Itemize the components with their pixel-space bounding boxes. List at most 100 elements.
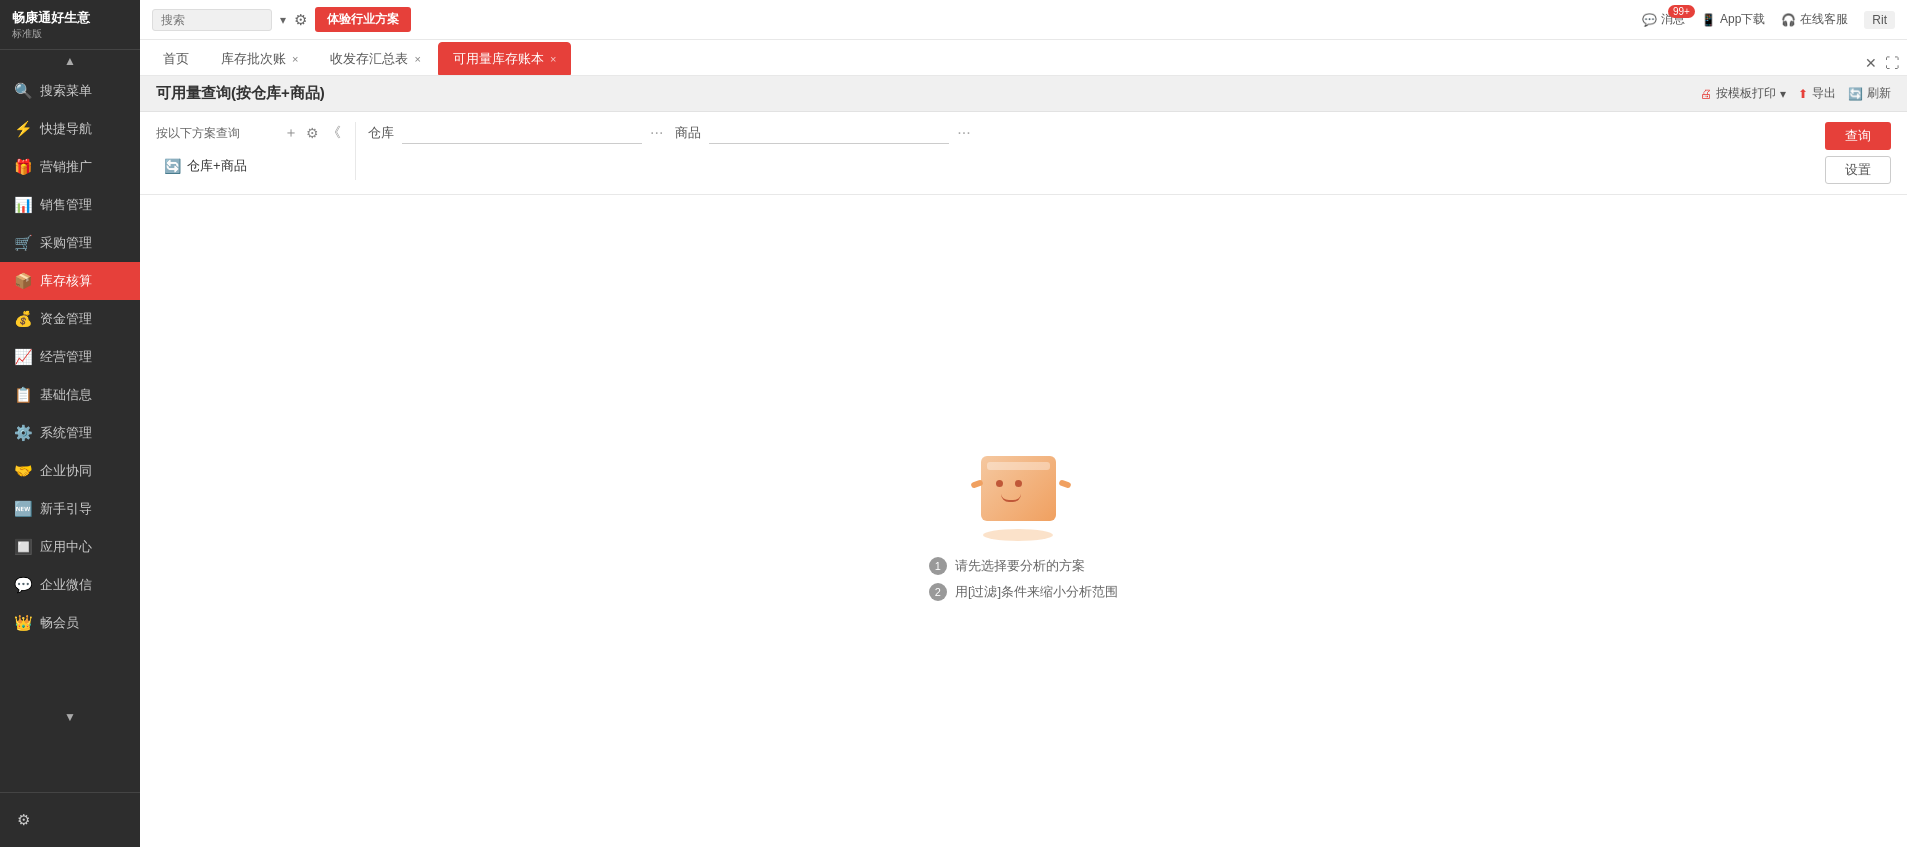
sidebar-label-2: 营销推广 <box>40 158 92 176</box>
scheme-collapse-btn[interactable]: 《 <box>325 122 343 144</box>
sidebar-bottom: ⚙ <box>0 792 140 847</box>
tab-close-3[interactable]: × <box>550 53 556 65</box>
tab-2[interactable]: 收发存汇总表× <box>315 42 435 75</box>
industry-btn[interactable]: 体验行业方案 <box>315 7 411 32</box>
tab-label-3: 可用量库存账本 <box>453 50 544 68</box>
tabs-bar: 首页库存批次账×收发存汇总表× 可用量库存账本 × ✕ ⛶ <box>140 40 1907 76</box>
goods-label: 商品 <box>675 124 701 142</box>
sidebar-item-1[interactable]: ⚡ 快捷导航 <box>0 110 140 148</box>
msg-badge: 99+ <box>1668 5 1695 18</box>
service-label: 在线客服 <box>1800 11 1848 28</box>
sidebar-icon-13: 💬 <box>14 576 32 594</box>
topbar-app-download[interactable]: 📱 App下载 <box>1701 11 1765 28</box>
tip-text-2: 用[过滤]条件来缩小分析范围 <box>955 583 1118 601</box>
scheme-item-icon: 🔄 <box>164 158 181 174</box>
sidebar-items: 🔍 搜索菜单 ⚡ 快捷导航 🎁 营销推广 📊 销售管理 🛒 采购管理 📦 库存核… <box>0 72 140 642</box>
sidebar-icon-8: 📋 <box>14 386 32 404</box>
headset-icon: 🎧 <box>1781 13 1796 27</box>
topbar-user[interactable]: Rit <box>1864 11 1895 29</box>
sidebar-item-4[interactable]: 🛒 采购管理 <box>0 224 140 262</box>
sidebar-item-14[interactable]: 👑 畅会员 <box>0 604 140 642</box>
empty-tip-2: 2 用[过滤]条件来缩小分析范围 <box>929 583 1118 601</box>
main-area: ▾ ⚙ 体验行业方案 💬 消息 99+ 📱 App下载 🎧 在线客服 Rit 首… <box>140 0 1907 847</box>
settings-icon: ⚙ <box>14 811 32 829</box>
sidebar-item-9[interactable]: ⚙️ 系统管理 <box>0 414 140 452</box>
goods-input[interactable] <box>709 122 949 144</box>
topbar-service[interactable]: 🎧 在线客服 <box>1781 11 1848 28</box>
filter-settings-btn[interactable]: 设置 <box>1825 156 1891 184</box>
scheme-add-btn[interactable]: ＋ <box>282 122 300 144</box>
warehouse-input[interactable] <box>402 122 642 144</box>
tip-num-2: 2 <box>929 583 947 601</box>
sidebar-icon-10: 🤝 <box>14 462 32 480</box>
sidebar-item-11[interactable]: 🆕 新手引导 <box>0 490 140 528</box>
msg-icon: 💬 <box>1642 13 1657 27</box>
scheme-header-label: 按以下方案查询 <box>156 125 240 142</box>
sidebar-logo: 畅康通好生意 标准版 <box>0 0 140 50</box>
tab-close-1[interactable]: × <box>292 53 298 65</box>
sidebar-icon-2: 🎁 <box>14 158 32 176</box>
sidebar-label-0: 搜索菜单 <box>40 82 92 100</box>
sidebar-item-6[interactable]: 💰 资金管理 <box>0 300 140 338</box>
filter-scheme-panel: 按以下方案查询 ＋ ⚙ 《 🔄 仓库+商品 <box>156 122 356 180</box>
sidebar-icon-7: 📈 <box>14 348 32 366</box>
topbar-search-input[interactable] <box>152 9 272 31</box>
print-btn-label: 按模板打印 <box>1716 85 1776 102</box>
sidebar-item-12[interactable]: 🔲 应用中心 <box>0 528 140 566</box>
page-header: 可用量查询(按仓库+商品) 🖨 按模板打印 ▾ ⬆ 导出 🔄 刷新 <box>140 76 1907 112</box>
sidebar-item-0[interactable]: 🔍 搜索菜单 <box>0 72 140 110</box>
sidebar-label-9: 系统管理 <box>40 424 92 442</box>
tabs-expand-btn[interactable]: ⛶ <box>1885 55 1899 71</box>
empty-tip-1: 1 请先选择要分析的方案 <box>929 557 1118 575</box>
sidebar-item-5[interactable]: 📦 库存核算 <box>0 262 140 300</box>
export-btn-label: 导出 <box>1812 85 1836 102</box>
tip-text-1: 请先选择要分析的方案 <box>955 557 1085 575</box>
tab-0[interactable]: 首页 <box>148 42 204 75</box>
page-title: 可用量查询(按仓库+商品) <box>156 84 325 103</box>
topbar-msg[interactable]: 💬 消息 99+ <box>1642 11 1685 28</box>
page-header-actions: 🖨 按模板打印 ▾ ⬆ 导出 🔄 刷新 <box>1700 85 1891 102</box>
warehouse-more-btn[interactable]: ··· <box>650 124 663 142</box>
query-btn[interactable]: 查询 <box>1825 122 1891 150</box>
sidebar-label-14: 畅会员 <box>40 614 79 632</box>
sidebar-label-4: 采购管理 <box>40 234 92 252</box>
tab-3[interactable]: 可用量库存账本 × <box>438 42 571 75</box>
filter-actions: 查询 设置 <box>1825 122 1891 184</box>
sidebar-icon-3: 📊 <box>14 196 32 214</box>
tab-1[interactable]: 库存批次账× <box>206 42 313 75</box>
scheme-item-warehouse-goods[interactable]: 🔄 仓库+商品 <box>156 152 343 180</box>
sidebar-icon-5: 📦 <box>14 272 32 290</box>
sidebar-scroll-up[interactable]: ▲ <box>0 50 140 72</box>
sidebar-item-3[interactable]: 📊 销售管理 <box>0 186 140 224</box>
export-btn[interactable]: ⬆ 导出 <box>1798 85 1836 102</box>
tabs-close-btn[interactable]: ✕ <box>1865 55 1877 71</box>
topbar-gear-btn[interactable]: ⚙ <box>294 11 307 29</box>
sidebar-label-7: 经营管理 <box>40 348 92 366</box>
tab-close-2[interactable]: × <box>414 53 420 65</box>
refresh-btn-label: 刷新 <box>1867 85 1891 102</box>
sidebar-scroll-down[interactable]: ▼ <box>0 706 140 728</box>
refresh-icon: 🔄 <box>1848 87 1863 101</box>
tab-label-0: 首页 <box>163 50 189 68</box>
refresh-btn[interactable]: 🔄 刷新 <box>1848 85 1891 102</box>
topbar-dropdown-btn[interactable]: ▾ <box>280 13 286 27</box>
sidebar-icon-1: ⚡ <box>14 120 32 138</box>
sidebar-icon-4: 🛒 <box>14 234 32 252</box>
scheme-gear-btn[interactable]: ⚙ <box>304 123 321 143</box>
sidebar-item-13[interactable]: 💬 企业微信 <box>0 566 140 604</box>
sidebar-item-2[interactable]: 🎁 营销推广 <box>0 148 140 186</box>
sidebar-item-7[interactable]: 📈 经营管理 <box>0 338 140 376</box>
warehouse-label: 仓库 <box>368 124 394 142</box>
sidebar-item-8[interactable]: 📋 基础信息 <box>0 376 140 414</box>
sidebar-item-settings[interactable]: ⚙ <box>0 801 140 839</box>
empty-tips: 1 请先选择要分析的方案 2 用[过滤]条件来缩小分析范围 <box>929 557 1118 601</box>
sidebar-label-12: 应用中心 <box>40 538 92 556</box>
sidebar-item-10[interactable]: 🤝 企业协同 <box>0 452 140 490</box>
print-dropdown-icon[interactable]: ▾ <box>1780 87 1786 101</box>
print-btn[interactable]: 🖨 按模板打印 ▾ <box>1700 85 1786 102</box>
app-sub: 标准版 <box>12 27 128 41</box>
sidebar-label-13: 企业微信 <box>40 576 92 594</box>
scheme-actions: ＋ ⚙ 《 <box>282 122 343 144</box>
sidebar-label-6: 资金管理 <box>40 310 92 328</box>
goods-more-btn[interactable]: ··· <box>957 124 970 142</box>
